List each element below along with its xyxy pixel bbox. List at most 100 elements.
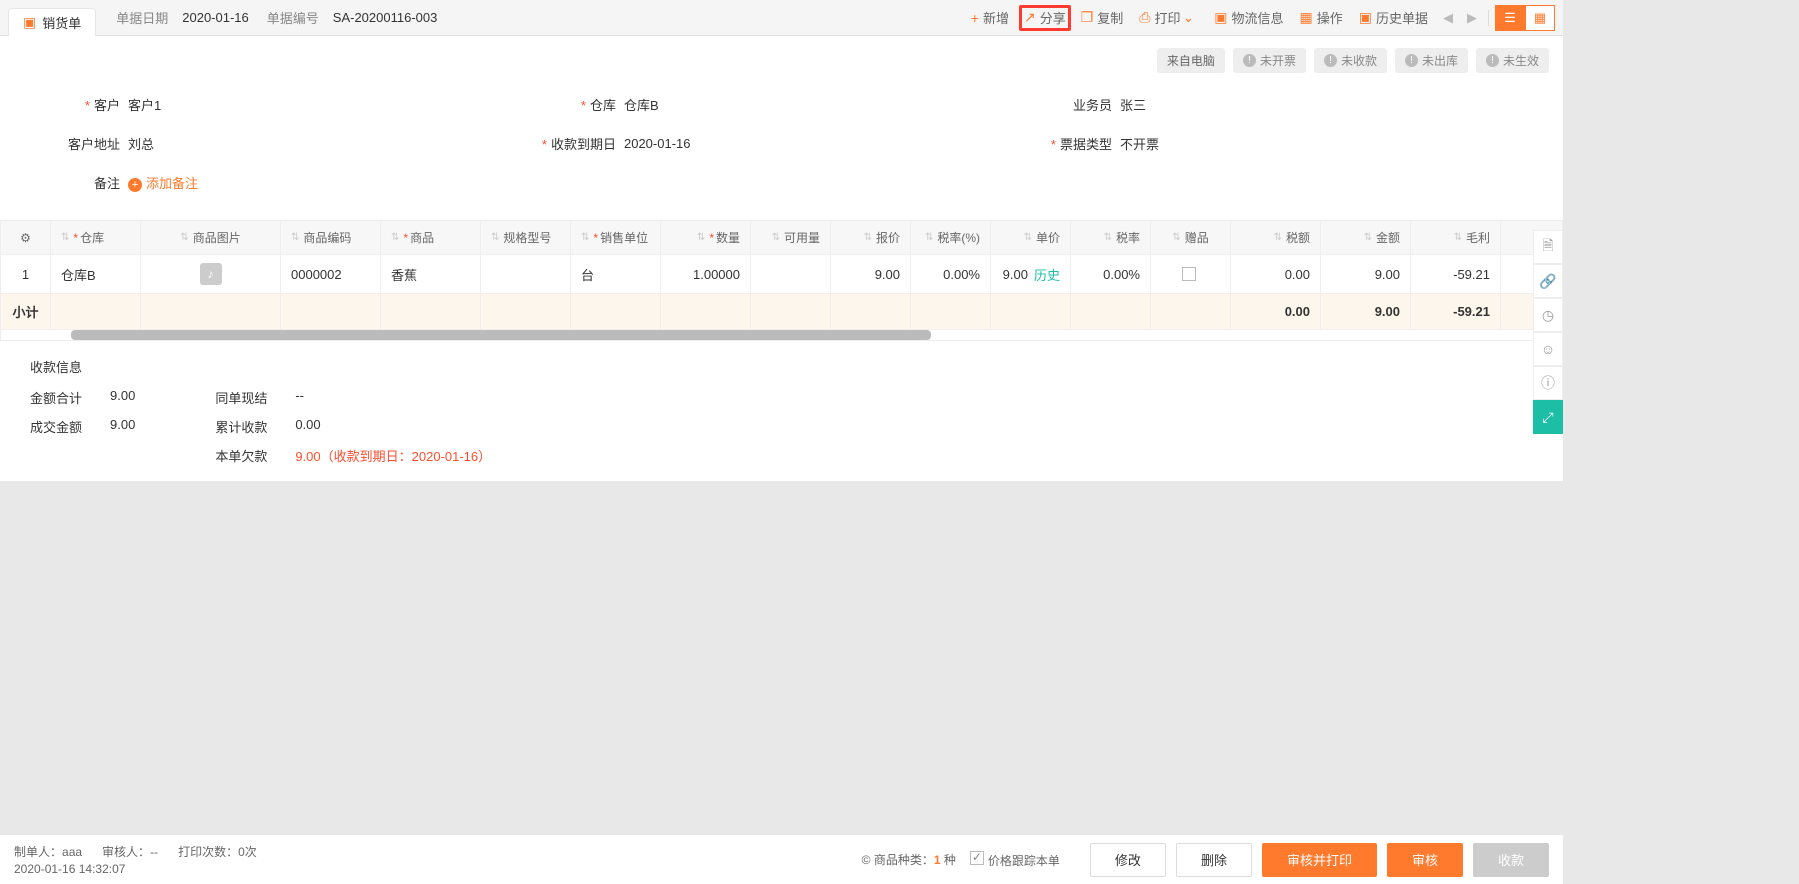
separator	[1488, 10, 1489, 26]
share-button[interactable]: ↗分享	[1019, 5, 1071, 31]
same-order-value: --	[295, 388, 304, 407]
owe-label: 本单欠款	[215, 446, 285, 465]
gift-checkbox[interactable]	[1182, 267, 1196, 281]
customer-value[interactable]: 客户1	[128, 95, 161, 114]
cell-tax-rate[interactable]: 0.00%	[1071, 255, 1151, 293]
horizontal-scrollbar[interactable]	[1, 330, 1562, 340]
share-icon: ↗	[1024, 9, 1036, 26]
rail-expand-button[interactable]: ⤢	[1533, 400, 1563, 434]
copy-icon: ❐	[1081, 9, 1094, 26]
scroll-thumb[interactable]	[71, 330, 931, 340]
print-button[interactable]: ⎙打印⌄	[1133, 5, 1204, 31]
add-remark-button[interactable]: +添加备注	[128, 173, 198, 192]
next-doc-button[interactable]: ▶	[1462, 5, 1482, 31]
status-not-out: !未出库	[1395, 48, 1468, 73]
print-count-value: 0次	[238, 845, 257, 859]
cell-warehouse[interactable]: 仓库B	[51, 255, 141, 293]
col-qty[interactable]: ⇅*数量	[661, 221, 751, 254]
rail-info-button[interactable]: ⓘ	[1533, 366, 1563, 400]
checkbox-icon[interactable]	[970, 851, 984, 865]
toolbar: +新增 ↗分享 ❐复制 ⎙打印⌄ ▣物流信息 ▦操作 ▣历史单据 ◀ ▶ ☰ ▦	[965, 5, 1555, 31]
chevron-down-icon: ⌄	[1183, 9, 1195, 26]
col-price[interactable]: ⇅单价	[991, 221, 1071, 254]
new-button[interactable]: +新增	[965, 5, 1015, 31]
document-sheet: 来自电脑 !未开票 !未收款 !未出库 !未生效 *客户 客户1 *仓库 仓库B…	[0, 36, 1563, 481]
history-button[interactable]: ▣历史单据	[1353, 5, 1434, 31]
warehouse-value[interactable]: 仓库B	[624, 95, 659, 114]
prev-doc-button[interactable]: ◀	[1438, 5, 1458, 31]
col-unit[interactable]: ⇅*销售单位	[571, 221, 661, 254]
rail-attach-button[interactable]: 🔗	[1533, 264, 1563, 298]
due-label: 收款到期日	[551, 137, 616, 152]
doc-tab[interactable]: ▣ 销货单	[8, 8, 96, 36]
cell-discount-rate[interactable]: 0.00%	[911, 255, 991, 293]
info-icon: !	[1324, 54, 1337, 67]
doc-date: 2020-01-16	[182, 10, 249, 25]
truck-icon: ▣	[1214, 9, 1227, 26]
col-profit[interactable]: ⇅毛利	[1411, 221, 1501, 254]
due-value[interactable]: 2020-01-16	[624, 136, 691, 151]
top-bar: ▣ 销货单 单据日期 2020-01-16 单据编号 SA-20200116-0…	[0, 0, 1563, 36]
operate-button[interactable]: ▦操作	[1294, 5, 1349, 31]
table-row[interactable]: 1 仓库B ♪ 0000002 香蕉 台 1.00000 9.00 0.00% …	[1, 255, 1562, 294]
subtotal-amount: 9.00	[1321, 294, 1411, 329]
col-code[interactable]: ⇅商品编码	[281, 221, 381, 254]
tab-title: 销货单	[42, 13, 81, 32]
info-icon: !	[1486, 54, 1499, 67]
cell-spec[interactable]	[481, 255, 571, 293]
page-root: ▣ 销货单 单据日期 2020-01-16 单据编号 SA-20200116-0…	[0, 0, 1563, 884]
col-amount[interactable]: ⇅金额	[1321, 221, 1411, 254]
col-gift[interactable]: ⇅赠品	[1151, 221, 1231, 254]
audit-print-button[interactable]: 审核并打印	[1262, 843, 1377, 877]
col-tax-rate[interactable]: ⇅税率	[1071, 221, 1151, 254]
cell-price[interactable]: 9.00历史	[991, 255, 1071, 293]
creator-label: 制单人：	[14, 845, 62, 859]
cell-unit[interactable]: 台	[571, 255, 661, 293]
col-image[interactable]: ⇅商品图片	[141, 221, 281, 254]
audit-button[interactable]: 审核	[1387, 843, 1463, 877]
modify-button[interactable]: 修改	[1090, 843, 1166, 877]
view-list-button[interactable]: ☰	[1495, 5, 1525, 31]
rail-user-button[interactable]: ☺	[1533, 332, 1563, 366]
form-area: *客户 客户1 *仓库 仓库B 业务员 张三 客户地址 刘总 *收款	[0, 81, 1563, 220]
col-quote[interactable]: ⇅报价	[831, 221, 911, 254]
col-tax[interactable]: ⇅税额	[1231, 221, 1321, 254]
subtotal-tax: 0.00	[1231, 294, 1321, 329]
invoice-type-label: 票据类型	[1060, 137, 1112, 152]
col-product[interactable]: ⇅*商品	[381, 221, 481, 254]
col-available[interactable]: ⇅可用量	[751, 221, 831, 254]
total-value: 9.00	[110, 388, 135, 407]
cell-product[interactable]: 香蕉	[381, 255, 481, 293]
cell-quote[interactable]: 9.00	[831, 255, 911, 293]
col-spec[interactable]: ⇅规格型号	[481, 221, 571, 254]
price-follow-check[interactable]: 价格跟踪本单	[970, 851, 1060, 869]
view-toggle: ☰ ▦	[1495, 5, 1555, 31]
invoice-type-value[interactable]: 不开票	[1120, 134, 1159, 153]
rail-note-button[interactable]: 🗎	[1533, 230, 1563, 264]
payment-section: 收款信息 金额合计9.00 成交金额9.00 同单现结-- 累计收款0.00 本…	[0, 341, 1563, 481]
footer-buttons: 修改 删除 审核并打印 审核 收款	[1090, 843, 1549, 877]
addr-value[interactable]: 刘总	[128, 134, 154, 153]
creator-value: aaa	[62, 845, 82, 859]
remark-label: 备注	[94, 176, 120, 191]
header-meta: 单据日期 2020-01-16 单据编号 SA-20200116-003	[116, 8, 455, 27]
cell-code[interactable]: 0000002	[281, 255, 381, 293]
col-warehouse[interactable]: ⇅*仓库	[51, 221, 141, 254]
cell-image[interactable]: ♪	[141, 255, 281, 293]
sales-value[interactable]: 张三	[1120, 95, 1146, 114]
rail-clock-button[interactable]: ◷	[1533, 298, 1563, 332]
customer-label: 客户	[94, 98, 120, 113]
delete-button[interactable]: 删除	[1176, 843, 1252, 877]
view-card-button[interactable]: ▦	[1525, 5, 1555, 31]
grid-icon: ▦	[1300, 9, 1313, 26]
col-gear[interactable]: ⚙	[1, 221, 51, 254]
auditor-label: 审核人：	[102, 845, 150, 859]
cell-qty[interactable]: 1.00000	[661, 255, 751, 293]
cell-gift[interactable]	[1151, 255, 1231, 293]
cell-profit: -59.21	[1411, 255, 1501, 293]
copy-button[interactable]: ❐复制	[1075, 5, 1130, 31]
price-history-link[interactable]: 历史	[1034, 265, 1060, 284]
status-not-received: !未收款	[1314, 48, 1387, 73]
logistics-button[interactable]: ▣物流信息	[1208, 5, 1289, 31]
col-discount-rate[interactable]: ⇅税率(%)	[911, 221, 991, 254]
